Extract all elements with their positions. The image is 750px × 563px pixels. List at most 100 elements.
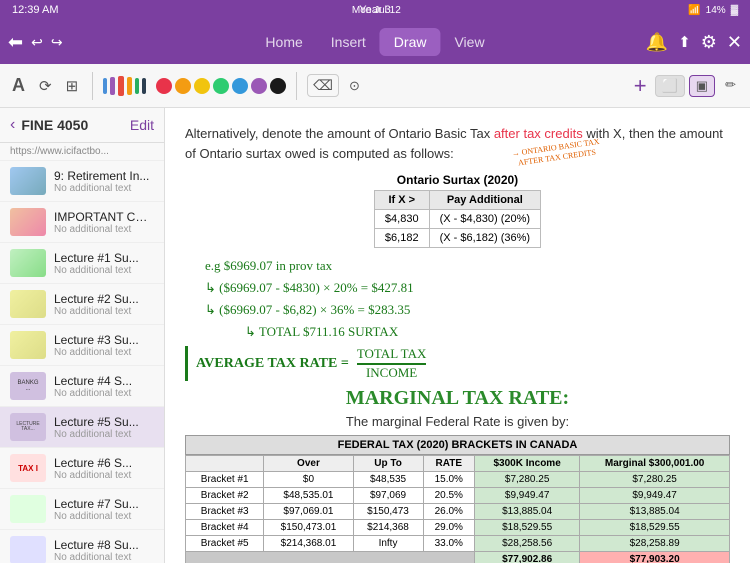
sidebar-thumb-8: TAX I bbox=[10, 454, 46, 482]
color-green[interactable] bbox=[213, 78, 229, 94]
fed-table-title: FEDERAL TAX (2020) BRACKETS IN CANADA bbox=[185, 435, 730, 455]
sidebar-thumb-9 bbox=[10, 495, 46, 523]
hw-example-section: e.g $6969.07 in prov tax ↳ ($6969.07 - $… bbox=[205, 258, 730, 340]
sidebar-item-text-6: Lecture #4 S... No additional text bbox=[54, 374, 154, 399]
avg-denominator: INCOME bbox=[366, 365, 417, 381]
color-palette bbox=[156, 78, 286, 94]
content-area: Alternatively, denote the amount of Onta… bbox=[165, 108, 750, 563]
sidebar-item-8[interactable]: TAX I Lecture #6 S... No additional text bbox=[0, 448, 164, 489]
toolbar: A ⟳ ⊞ ⌫ ⊙ + bbox=[0, 64, 750, 108]
surtax-col-pay: Pay Additional bbox=[429, 191, 540, 210]
battery-icon: ▓ bbox=[731, 5, 738, 16]
undo-icon[interactable]: ↩ bbox=[31, 34, 43, 51]
color-red[interactable] bbox=[156, 78, 172, 94]
color-black[interactable] bbox=[270, 78, 286, 94]
fed-row-2: Bracket #2 $48,535.01 $97,069 20.5% $9,9… bbox=[186, 488, 730, 504]
pen-6[interactable] bbox=[142, 78, 146, 94]
sidebar-thumb-1 bbox=[10, 167, 46, 195]
sidebar-edit-btn[interactable]: Edit bbox=[130, 117, 154, 133]
ruler-icon[interactable]: ⊞ bbox=[62, 73, 83, 99]
fed-row-3: Bracket #3 $97,069.01 $150,473 26.0% $13… bbox=[186, 504, 730, 520]
surtax-title: Ontario Surtax (2020) bbox=[374, 173, 541, 187]
sidebar-back-btn[interactable]: ‹ bbox=[10, 116, 15, 134]
status-bar: 12:39 AM Mon Jul 12 Year 3 📶 14% ▓ bbox=[0, 0, 750, 20]
surtax-table-wrapper: → ONTARIO BASIC TAXAFTER TAX CREDITS Ont… bbox=[374, 173, 541, 248]
sidebar-item-text-8: Lecture #6 S... No additional text bbox=[54, 456, 154, 481]
fed-row-1: Bracket #1 $0 $48,535 15.0% $7,280.25 $7… bbox=[186, 472, 730, 488]
fed-total-row: $77,902.86 $77,903.20 bbox=[186, 552, 730, 563]
surtax-col-if: If X > bbox=[374, 191, 429, 210]
lasso-select-icon[interactable]: ⊙ bbox=[345, 74, 364, 98]
page-view-btn[interactable]: ⬜ bbox=[655, 75, 685, 97]
sidebar-item-3[interactable]: Lecture #1 Su... No additional text bbox=[0, 243, 164, 284]
hw-total: ↳ TOTAL $711.16 SURTAX bbox=[245, 324, 730, 340]
color-blue[interactable] bbox=[232, 78, 248, 94]
sidebar-item-text-2: IMPORTANT CO... No additional text bbox=[54, 210, 154, 235]
sidebar-thumb-2 bbox=[10, 208, 46, 236]
sidebar-thumb-3 bbox=[10, 249, 46, 277]
tab-view[interactable]: View bbox=[440, 28, 498, 56]
color-yellow[interactable] bbox=[194, 78, 210, 94]
fed-table: Over Up To RATE $300K Income Marginal $3… bbox=[185, 455, 730, 563]
font-icon[interactable]: A bbox=[8, 71, 29, 100]
redo-icon[interactable]: ↪ bbox=[51, 34, 63, 51]
pen-3[interactable] bbox=[118, 76, 124, 96]
sidebar-thumb-7: LECTURETAX... bbox=[10, 413, 46, 441]
settings-icon[interactable]: ⚙ bbox=[701, 32, 717, 53]
sidebar-item-10[interactable]: Lecture #8 Su... No additional text bbox=[0, 530, 164, 563]
sidebar-item-1[interactable]: 9: Retirement In... No additional text bbox=[0, 161, 164, 202]
fed-desc: The marginal Federal Rate is given by: bbox=[185, 414, 730, 429]
sidebar-thumb-6: BANKG... bbox=[10, 372, 46, 400]
wifi-icon: 📶 bbox=[688, 5, 700, 16]
hw-calc2: ↳ ($6969.07 - $6,82) × 36% = $283.35 bbox=[205, 302, 730, 318]
sidebar-item-9[interactable]: Lecture #7 Su... No additional text bbox=[0, 489, 164, 530]
avg-numerator: TOTAL TAX bbox=[357, 346, 427, 365]
sidebar-item-6[interactable]: BANKG... Lecture #4 S... No additional t… bbox=[0, 366, 164, 407]
sidebar-item-4[interactable]: Lecture #2 Su... No additional text bbox=[0, 284, 164, 325]
tab-draw[interactable]: Draw bbox=[380, 28, 441, 56]
sidebar-item-text-1: 9: Retirement In... No additional text bbox=[54, 169, 154, 194]
surtax-row-1: $4,830 (X - $4,830) (20%) bbox=[374, 210, 540, 229]
avg-formula: TOTAL TAX INCOME bbox=[357, 346, 427, 381]
view-buttons: ⬜ ▣ ✏ bbox=[655, 75, 742, 97]
sidebar-item-5[interactable]: Lecture #3 Su... No additional text bbox=[0, 325, 164, 366]
top-nav: ⬅ ↩ ↪ Home Insert Draw View 🔔 ⬆ ⚙ ✕ bbox=[0, 20, 750, 64]
pen-5[interactable] bbox=[135, 78, 139, 94]
sidebar-thumb-4 bbox=[10, 290, 46, 318]
hw-calc1: ↳ ($6969.07 - $4830) × 20% = $427.81 bbox=[205, 280, 730, 296]
sidebar-item-2[interactable]: IMPORTANT CO... No additional text bbox=[0, 202, 164, 243]
add-button[interactable]: + bbox=[634, 73, 647, 99]
pen-2[interactable] bbox=[110, 77, 115, 95]
fed-table-container: FEDERAL TAX (2020) BRACKETS IN CANADA Ov… bbox=[185, 435, 730, 563]
close-icon[interactable]: ✕ bbox=[727, 32, 742, 53]
sidebar-item-text-4: Lecture #2 Su... No additional text bbox=[54, 292, 154, 317]
pen-4[interactable] bbox=[127, 77, 132, 95]
avg-tax-section: AVERAGE TAX RATE = TOTAL TAX INCOME bbox=[185, 346, 730, 381]
eraser-icon[interactable]: ⌫ bbox=[307, 74, 339, 97]
color-purple[interactable] bbox=[251, 78, 267, 94]
fed-row-4: Bracket #4 $150,473.01 $214,368 29.0% $1… bbox=[186, 520, 730, 536]
nav-tabs: Home Insert Draw View bbox=[251, 28, 498, 56]
lasso-icon[interactable]: ⟳ bbox=[35, 73, 56, 99]
sidebar-item-7[interactable]: LECTURETAX... Lecture #5 Su... No additi… bbox=[0, 407, 164, 448]
tab-insert[interactable]: Insert bbox=[317, 28, 380, 56]
sidebar-item-text-9: Lecture #7 Su... No additional text bbox=[54, 497, 154, 522]
intro-text: Alternatively, denote the amount of Onta… bbox=[185, 124, 730, 163]
surtax-table-container: → ONTARIO BASIC TAXAFTER TAX CREDITS Ont… bbox=[185, 173, 730, 248]
pen-mode-btn[interactable]: ✏ bbox=[719, 75, 742, 97]
fit-view-btn[interactable]: ▣ bbox=[689, 75, 715, 97]
sidebar-url: https://www.icifactbo... bbox=[0, 143, 164, 161]
pen-1[interactable] bbox=[103, 78, 107, 94]
tab-home[interactable]: Home bbox=[251, 28, 316, 56]
fed-row-5: Bracket #5 $214,368.01 Infty 33.0% $28,2… bbox=[186, 536, 730, 552]
back-icon[interactable]: ⬅ bbox=[8, 32, 23, 53]
battery-pct: 14% bbox=[706, 5, 726, 16]
share-icon[interactable]: ⬆ bbox=[678, 33, 691, 51]
sidebar: ‹ FINE 4050 Edit https://www.icifactbo..… bbox=[0, 108, 165, 563]
toolbar-right: + ⬜ ▣ ✏ bbox=[634, 73, 742, 99]
year-label: Year 3 bbox=[359, 4, 390, 16]
color-orange[interactable] bbox=[175, 78, 191, 94]
sidebar-item-text-3: Lecture #1 Su... No additional text bbox=[54, 251, 154, 276]
sidebar-header: ‹ FINE 4050 Edit bbox=[0, 108, 164, 143]
notification-icon[interactable]: 🔔 bbox=[646, 32, 668, 53]
